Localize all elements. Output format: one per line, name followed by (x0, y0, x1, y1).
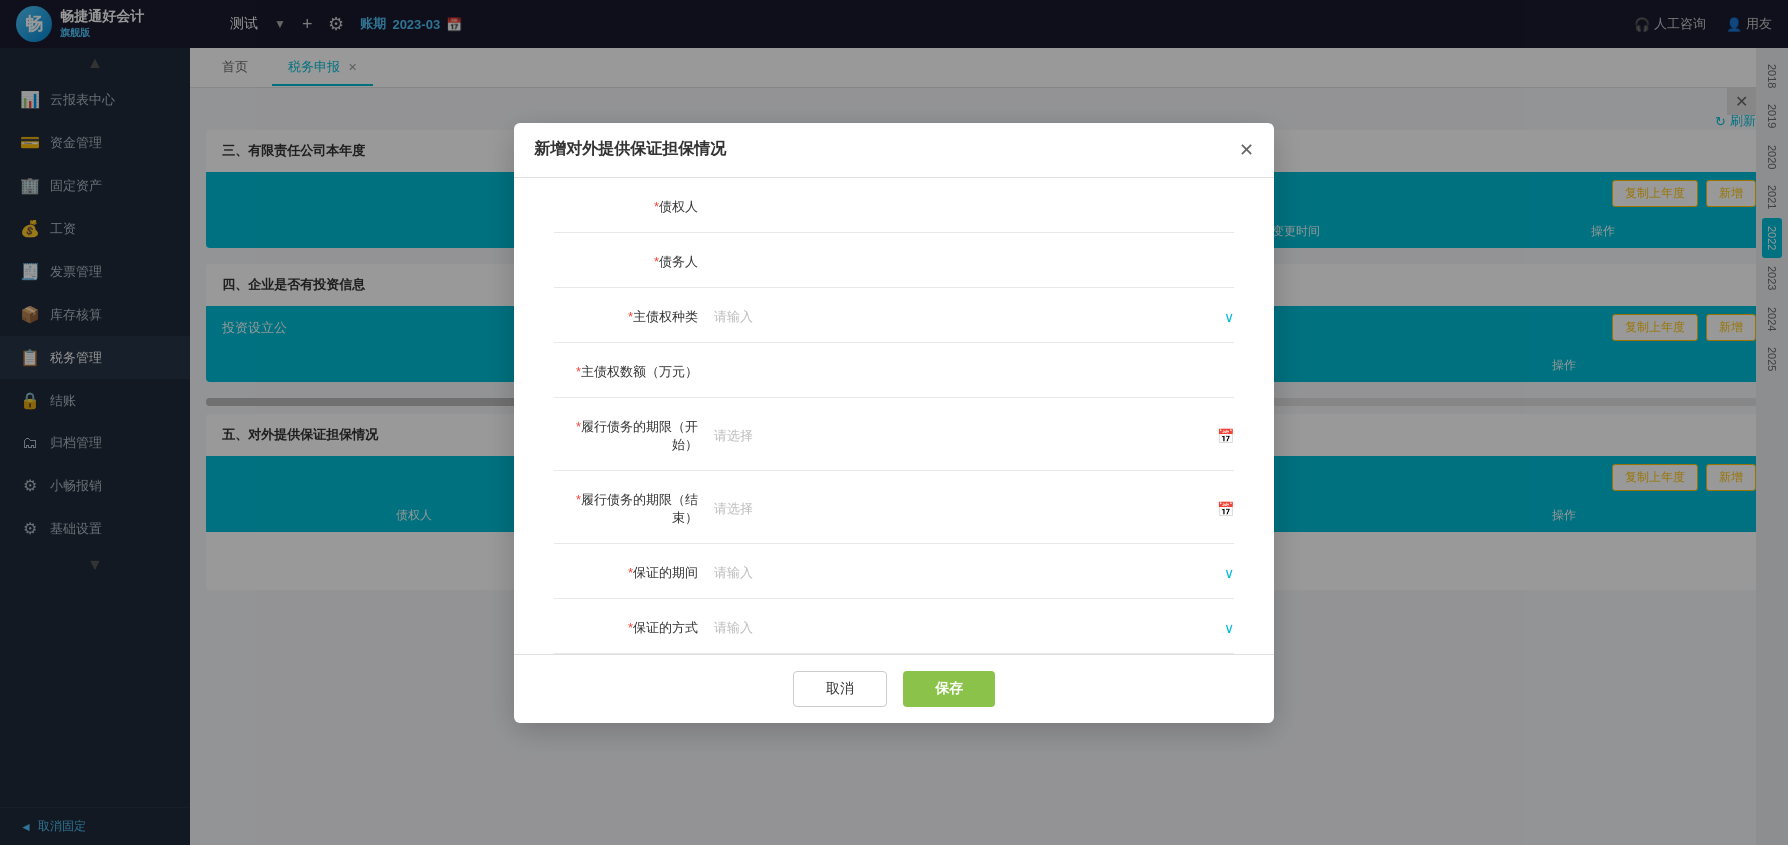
modal-overlay: 新增对外提供保证担保情况 ✕ *债权人 *债务人 *主债权种类 ∨ *主债权数额（万… (0, 0, 1788, 845)
form-input-debt-amount[interactable] (714, 364, 1234, 379)
modal-body: *债权人 *债务人 *主债权种类 ∨ *主债权数额（万元） *履行债务的期限（开始） … (514, 178, 1274, 654)
modal-footer: 取消 保存 (514, 654, 1274, 723)
form-label-guarantee-method: *保证的方式 (554, 619, 714, 637)
form-label-debtor: *债务人 (554, 253, 714, 271)
modal: 新增对外提供保证担保情况 ✕ *债权人 *债务人 *主债权种类 ∨ *主债权数额（万… (514, 123, 1274, 723)
form-label-debt-amount: *主债权数额（万元） (554, 363, 714, 381)
save-button[interactable]: 保存 (903, 671, 995, 707)
form-row-debtor: *债务人 (554, 253, 1234, 288)
form-input-guarantee-method[interactable] (714, 620, 1224, 635)
form-input-guarantee-period[interactable] (714, 565, 1224, 580)
chevron-down-icon: ∨ (1224, 565, 1234, 581)
form-row-creditor: *债权人 (554, 198, 1234, 233)
form-datepicker-period-start[interactable]: 📅 (714, 428, 1234, 444)
form-select-guarantee-method[interactable]: ∨ (714, 620, 1234, 636)
form-select-guarantee-period[interactable]: ∨ (714, 565, 1234, 581)
form-row-period-end: *履行债务的期限（结束） 📅 (554, 491, 1234, 544)
calendar-icon[interactable]: 📅 (1217, 428, 1234, 444)
form-datepicker-period-end[interactable]: 📅 (714, 501, 1234, 517)
form-input-debt-type[interactable] (714, 309, 1224, 324)
cancel-button[interactable]: 取消 (793, 671, 887, 707)
form-input-creditor[interactable] (714, 199, 1234, 214)
form-label-creditor: *债权人 (554, 198, 714, 216)
form-input-debtor[interactable] (714, 254, 1234, 269)
form-row-guarantee-period: *保证的期间 ∨ (554, 564, 1234, 599)
form-input-period-start[interactable] (714, 428, 1217, 443)
form-row-debt-type: *主债权种类 ∨ (554, 308, 1234, 343)
chevron-down-icon: ∨ (1224, 309, 1234, 325)
form-label-period-start: *履行债务的期限（开始） (554, 418, 714, 454)
form-row-guarantee-method: *保证的方式 ∨ (554, 619, 1234, 654)
modal-close-btn[interactable]: ✕ (1239, 139, 1254, 161)
chevron-down-icon: ∨ (1224, 620, 1234, 636)
form-label-period-end: *履行债务的期限（结束） (554, 491, 714, 527)
calendar-icon[interactable]: 📅 (1217, 501, 1234, 517)
form-row-period-start: *履行债务的期限（开始） 📅 (554, 418, 1234, 471)
form-input-period-end[interactable] (714, 501, 1217, 516)
form-label-debt-type: *主债权种类 (554, 308, 714, 326)
modal-title: 新增对外提供保证担保情况 (534, 139, 726, 160)
form-select-debt-type[interactable]: ∨ (714, 309, 1234, 325)
form-row-debt-amount: *主债权数额（万元） (554, 363, 1234, 398)
form-label-guarantee-period: *保证的期间 (554, 564, 714, 582)
modal-header: 新增对外提供保证担保情况 ✕ (514, 123, 1274, 178)
